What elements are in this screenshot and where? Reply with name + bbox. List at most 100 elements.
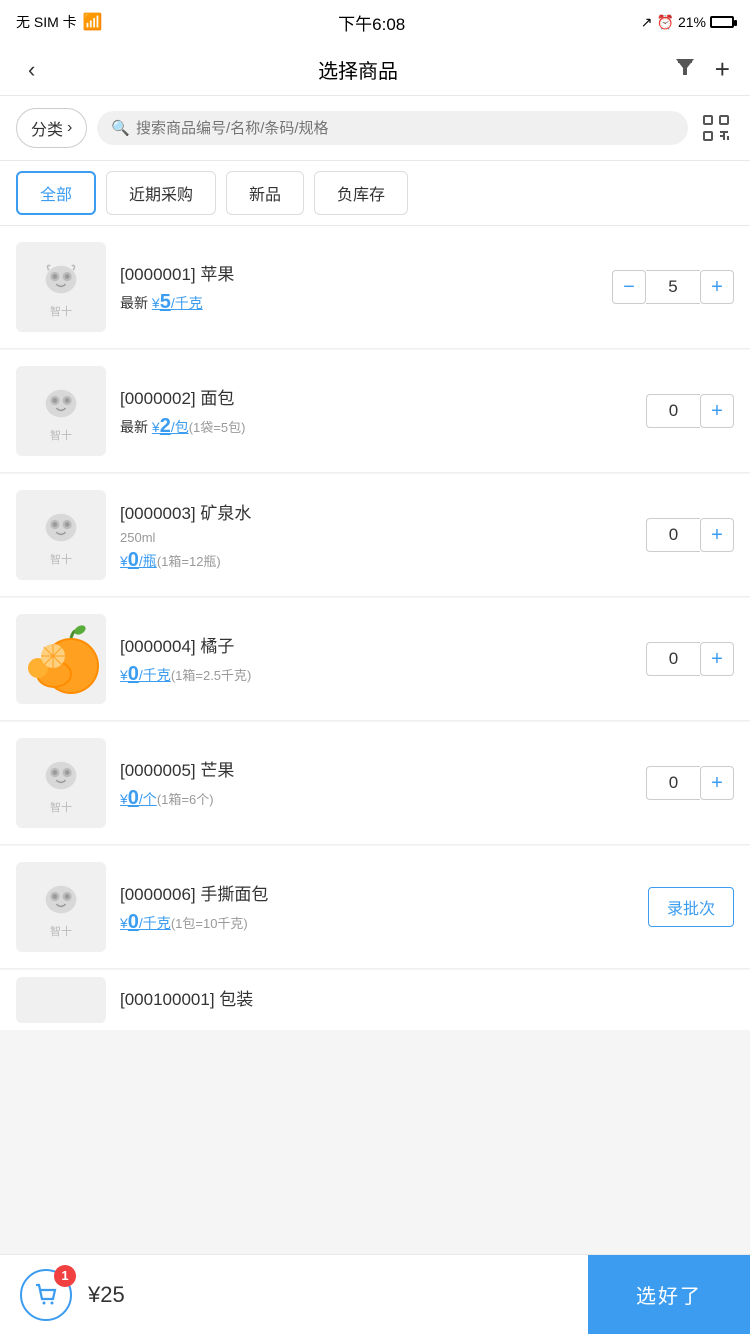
price-value: 2	[160, 415, 171, 437]
tab-recent[interactable]: 近期采购	[106, 171, 216, 215]
price-value: 0	[128, 663, 139, 685]
nav-actions: +	[673, 54, 730, 85]
product-image: 智十	[16, 366, 106, 456]
product-image: 智十	[16, 738, 106, 828]
price-unit: /千克	[139, 915, 171, 931]
product-name: [0000005] 芒果	[120, 756, 632, 781]
product-image	[16, 614, 106, 704]
product-name: [000100001] 包装	[120, 985, 734, 1010]
product-info: [0000005] 芒果 ¥0/个(1箱=6个)	[120, 756, 632, 810]
cart-section: 1 ¥25	[0, 1269, 125, 1321]
price-unit: /千克	[171, 295, 203, 311]
price-unit: /包	[171, 419, 189, 435]
price-unit: /瓶	[139, 553, 157, 569]
product-list: 智十 [0000001] 苹果 最新 ¥5/千克 − +	[0, 226, 750, 1110]
product-name: [0000006] 手撕面包	[120, 880, 634, 905]
batch-record-button[interactable]: 录批次	[648, 887, 734, 927]
product-name: [0000002] 面包	[120, 384, 632, 409]
scan-button[interactable]	[698, 110, 734, 146]
product-name: [0000004] 橘子	[120, 632, 632, 657]
qty-control: +	[646, 766, 734, 800]
tab-negative[interactable]: 负库存	[314, 171, 408, 215]
product-image: 智十	[16, 490, 106, 580]
qty-decrease-button[interactable]: −	[612, 270, 646, 304]
product-item-partial: [000100001] 包装	[0, 970, 750, 1030]
product-spec: 250ml	[120, 530, 632, 545]
product-info: [0000003] 矿泉水 250ml ¥0/瓶(1箱=12瓶)	[120, 499, 632, 572]
price-value: 5	[160, 291, 171, 313]
product-price: ¥0/千克(1包=10千克)	[120, 911, 634, 934]
category-button[interactable]: 分类 ›	[16, 108, 87, 148]
product-price: 最新 ¥2/包(1袋=5包)	[120, 415, 632, 438]
price-extra: (1箱=6个)	[157, 792, 214, 807]
search-box: 🔍	[97, 111, 688, 145]
product-info: [0000006] 手撕面包 ¥0/千克(1包=10千克)	[120, 880, 634, 934]
price-value: 0	[128, 911, 139, 933]
qty-increase-button[interactable]: +	[700, 518, 734, 552]
tab-new[interactable]: 新品	[226, 171, 304, 215]
qty-control: +	[646, 518, 734, 552]
category-arrow-icon: ›	[67, 119, 72, 137]
product-info: [0000002] 面包 最新 ¥2/包(1袋=5包)	[120, 384, 632, 438]
qty-increase-button[interactable]: +	[700, 642, 734, 676]
product-item: [0000004] 橘子 ¥0/千克(1箱=2.5千克) +	[0, 598, 750, 721]
status-bar: 无 SIM 卡 📶 下午6:08 ↗ ⏰ 21%	[0, 0, 750, 44]
battery-percent: 21%	[678, 14, 706, 30]
price-extra: (1箱=12瓶)	[157, 554, 221, 569]
back-button[interactable]: ‹	[20, 49, 43, 91]
price-currency: ¥	[120, 667, 128, 683]
qty-control: +	[646, 642, 734, 676]
product-price: ¥0/瓶(1箱=12瓶)	[120, 549, 632, 572]
filter-bar: 分类 › 🔍	[0, 96, 750, 161]
product-info: [000100001] 包装	[120, 985, 734, 1016]
qty-control: 录批次	[648, 887, 734, 927]
price-extra: (1箱=2.5千克)	[171, 668, 252, 683]
product-item: 智十 [0000002] 面包 最新 ¥2/包(1袋=5包) +	[0, 350, 750, 473]
qty-input[interactable]	[646, 518, 700, 552]
qty-input[interactable]	[646, 394, 700, 428]
add-button[interactable]: +	[715, 54, 730, 85]
product-name: [0000003] 矿泉水	[120, 499, 632, 524]
price-currency: ¥	[120, 791, 128, 807]
price-currency: ¥	[120, 553, 128, 569]
qty-increase-button[interactable]: +	[700, 394, 734, 428]
price-extra: (1袋=5包)	[189, 420, 246, 435]
nav-bar: ‹ 选择商品 +	[0, 44, 750, 96]
price-currency: ¥	[152, 419, 160, 435]
search-icon: 🔍	[111, 119, 130, 137]
qty-input[interactable]	[646, 766, 700, 800]
product-name: [0000001] 苹果	[120, 260, 598, 285]
price-value: 0	[128, 549, 139, 571]
product-item: 智十 [0000005] 芒果 ¥0/个(1箱=6个) +	[0, 722, 750, 845]
product-price: 最新 ¥5/千克	[120, 291, 598, 314]
qty-input[interactable]	[646, 270, 700, 304]
page-title: 选择商品	[318, 55, 398, 84]
cart-badge: 1	[54, 1265, 76, 1287]
product-price: ¥0/个(1箱=6个)	[120, 787, 632, 810]
search-input[interactable]	[136, 120, 674, 137]
cart-icon[interactable]: 1	[20, 1269, 72, 1321]
qty-increase-button[interactable]: +	[700, 270, 734, 304]
product-image-svg	[16, 614, 106, 704]
qty-input[interactable]	[646, 642, 700, 676]
wifi-icon: 📶	[83, 12, 103, 32]
price-currency: ¥	[152, 295, 160, 311]
status-carrier: 无 SIM 卡 📶	[16, 12, 103, 32]
product-item: 智十 [0000001] 苹果 最新 ¥5/千克 − +	[0, 226, 750, 349]
product-image: 智十	[16, 862, 106, 952]
price-unit: /千克	[139, 667, 171, 683]
confirm-button[interactable]: 选好了	[588, 1255, 750, 1334]
alarm-icon: ⏰	[657, 14, 674, 31]
location-icon: ↗	[641, 14, 653, 31]
category-label: 分类	[31, 116, 63, 140]
product-item: 智十 [0000006] 手撕面包 ¥0/千克(1包=10千克) 录批次	[0, 846, 750, 969]
price-extra: (1包=10千克)	[171, 916, 248, 931]
price-value: 0	[128, 787, 139, 809]
product-image	[16, 977, 106, 1023]
filter-icon[interactable]	[673, 55, 697, 85]
price-label: 最新	[120, 295, 148, 311]
product-info: [0000001] 苹果 最新 ¥5/千克	[120, 260, 598, 314]
price-label: 最新	[120, 419, 148, 435]
tab-all[interactable]: 全部	[16, 171, 96, 215]
qty-increase-button[interactable]: +	[700, 766, 734, 800]
